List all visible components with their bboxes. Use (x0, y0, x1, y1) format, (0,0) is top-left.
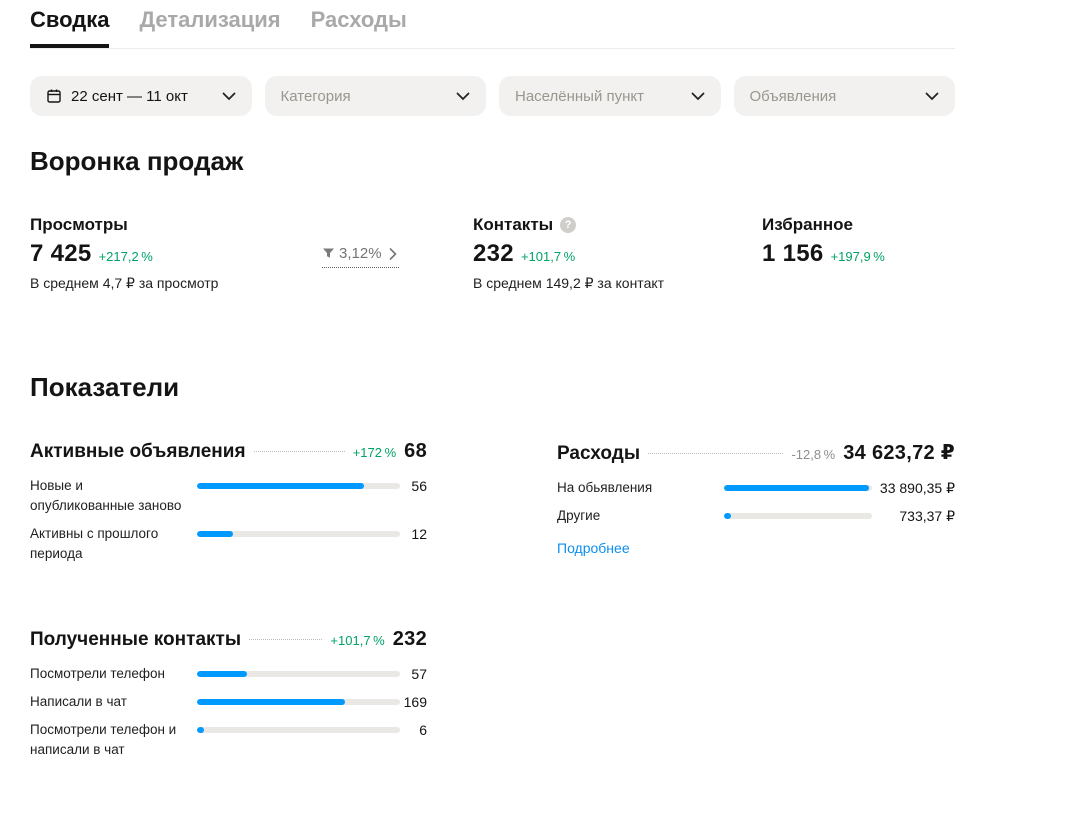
favorites-value: 1 156 (762, 240, 824, 267)
bar-value: 12 (411, 526, 427, 542)
bar-label: Активны с прошлого периода (30, 526, 159, 561)
bar-label: Новые и опубликованные заново (30, 478, 182, 513)
bar-track (197, 699, 400, 705)
sales-funnel: Просмотры 7 425 +217,2 % В среднем 4,7 ₽… (30, 214, 955, 292)
chevron-down-icon (691, 92, 705, 101)
favorites-delta: +197,9 % (830, 249, 885, 264)
bar-track (197, 727, 400, 733)
chevron-right-icon (389, 247, 397, 260)
bar-value: 6 (419, 722, 427, 738)
bar-label: Написали в чат (30, 694, 127, 709)
views-delta: +217,2 % (98, 249, 153, 264)
active-ads-title: Активные объявления (30, 441, 246, 462)
bar-track (197, 671, 400, 677)
bar-track (197, 531, 400, 537)
active-ads-card: Активные объявления +172 % 68 Новые и оп… (30, 440, 427, 564)
bar-fill (197, 671, 247, 677)
bar-fill (724, 485, 869, 491)
ads-placeholder: Объявления (749, 87, 837, 105)
bar-track (724, 485, 872, 491)
expenses-card: Расходы -12,8 % 34 623,72 ₽ На обьявлени… (557, 440, 955, 558)
expenses-delta: -12,8 % (791, 447, 836, 462)
bar-fill (197, 699, 345, 705)
bar-value: 169 (403, 694, 427, 710)
tab-bar: Сводка Детализация Расходы (30, 6, 955, 49)
tab-expenses[interactable]: Расходы (311, 6, 407, 48)
date-range-value: 22 сент — 11 окт (71, 87, 188, 105)
expenses-total: 34 623,72 ₽ (843, 442, 955, 464)
dotted-leader (249, 639, 323, 640)
favorites-metric: Избранное 1 156 +197,9 % (762, 214, 955, 292)
bar-row: На обьявления 33 890,35 ₽ (557, 478, 955, 498)
views-value: 7 425 (30, 240, 92, 267)
indicator-cards: Активные объявления +172 % 68 Новые и оп… (30, 440, 955, 760)
dotted-leader (253, 451, 345, 452)
tab-summary[interactable]: Сводка (30, 6, 110, 48)
expenses-details-link[interactable]: Подробнее (557, 540, 630, 556)
bar-value: 733,37 ₽ (899, 508, 955, 524)
bar-label: Посмотрели телефон (30, 666, 165, 681)
category-placeholder: Категория (280, 87, 351, 105)
bar-value: 33 890,35 ₽ (879, 480, 955, 496)
bar-track (724, 513, 872, 519)
active-ads-delta: +172 % (352, 445, 397, 460)
views-metric: Просмотры 7 425 +217,2 % В среднем 4,7 ₽… (30, 214, 322, 292)
tab-details[interactable]: Детализация (139, 6, 280, 48)
bar-row: Новые и опубликованные заново 56 (30, 476, 427, 516)
active-ads-total: 68 (404, 440, 427, 462)
received-contacts-title: Полученные контакты (30, 629, 242, 650)
analytics-page: Сводка Детализация Расходы 22 сент — 11 … (0, 0, 955, 760)
chevron-down-icon (456, 92, 470, 101)
bar-row: Посмотрели телефон и написали в чат 6 (30, 720, 427, 760)
bar-value: 56 (411, 478, 427, 494)
contacts-avg-cost: В среднем 149,2 ₽ за контакт (473, 275, 665, 291)
conversion-cell: 3,12% (322, 214, 473, 292)
received-contacts-total: 232 (392, 628, 427, 650)
received-contacts-delta: +101,7 % (330, 633, 385, 648)
views-avg-cost: В среднем 4,7 ₽ за просмотр (30, 275, 219, 291)
bar-fill (197, 727, 205, 733)
contacts-label: Контакты (473, 215, 554, 234)
favorites-label: Избранное (762, 215, 853, 234)
help-icon[interactable]: ? (560, 217, 577, 233)
views-to-contacts-conversion[interactable]: 3,12% (322, 245, 399, 268)
bar-fill (197, 531, 233, 537)
chevron-down-icon (925, 92, 939, 101)
location-placeholder: Населённый пункт (515, 87, 645, 105)
bar-row: Посмотрели телефон 57 (30, 664, 427, 684)
views-label: Просмотры (30, 215, 128, 234)
funnel-icon (322, 247, 335, 260)
date-range-filter[interactable]: 22 сент — 11 окт (30, 76, 252, 116)
dotted-leader (648, 453, 784, 454)
chevron-down-icon (222, 92, 236, 101)
bar-track (197, 483, 400, 489)
category-filter[interactable]: Категория (264, 76, 486, 116)
filter-bar: 22 сент — 11 окт Категория Населённый пу… (30, 76, 955, 116)
bar-label: Другие (557, 508, 601, 523)
contacts-metric: Контакты ? 232 +101,7 % В среднем 149,2 … (473, 214, 762, 292)
indicators-section-title: Показатели (30, 372, 180, 402)
ads-filter[interactable]: Объявления (733, 76, 955, 116)
conversion-value: 3,12% (339, 245, 382, 262)
bar-fill (724, 513, 731, 519)
funnel-section-title: Воронка продаж (30, 146, 244, 176)
received-contacts-card: Полученные контакты +101,7 % 232 Посмотр… (30, 628, 427, 760)
calendar-icon (46, 88, 62, 104)
bar-row: Другие 733,37 ₽ (557, 506, 955, 526)
bar-row: Активны с прошлого периода 12 (30, 524, 427, 564)
bar-label: На обьявления (557, 480, 653, 495)
bar-fill (197, 483, 365, 489)
contacts-delta: +101,7 % (520, 249, 576, 264)
expenses-title: Расходы (557, 443, 641, 464)
bar-label: Посмотрели телефон и написали в чат (30, 722, 177, 757)
bar-value: 57 (411, 666, 427, 682)
location-filter[interactable]: Населённый пункт (499, 76, 721, 116)
bar-row: Написали в чат 169 (30, 692, 427, 712)
contacts-value: 232 (473, 240, 514, 267)
